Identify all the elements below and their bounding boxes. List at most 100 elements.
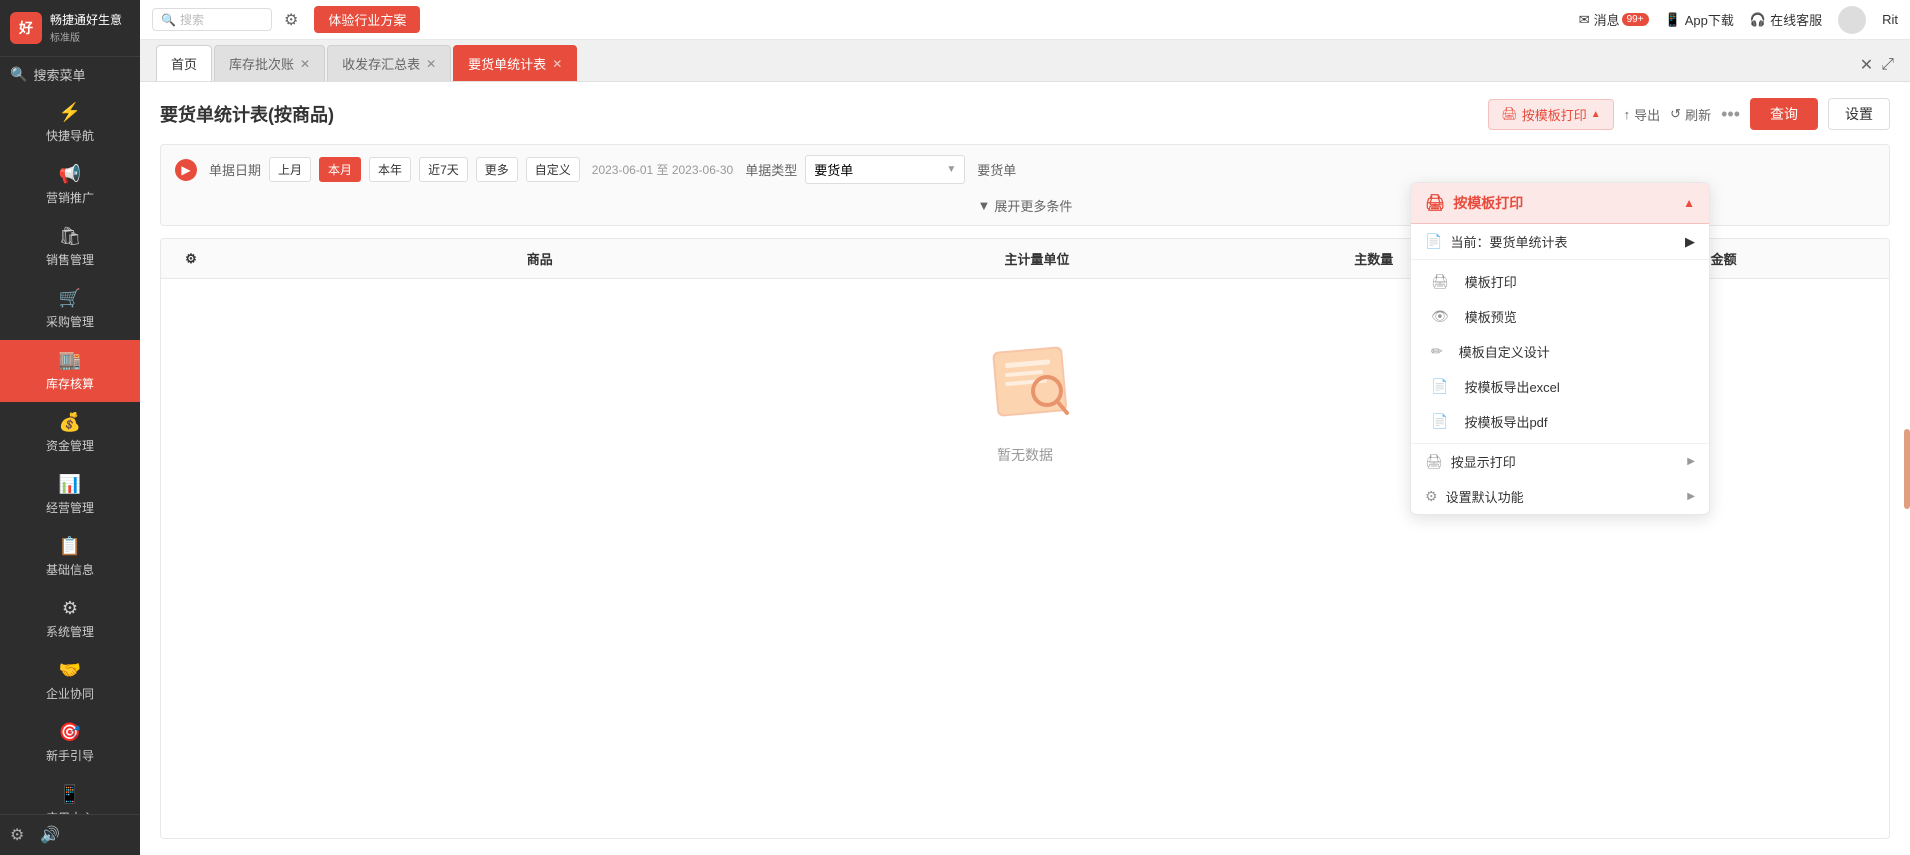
chevron-up-icon: ▲ (1591, 109, 1601, 120)
settings-button[interactable]: 设置 (1828, 98, 1890, 130)
template-print-button[interactable]: 🖨 按模板打印 ▲ (1488, 99, 1613, 130)
app-download-button[interactable]: 📱 App下载 (1665, 10, 1734, 29)
sidebar-item-apps[interactable]: 📱 应用中心 (0, 774, 140, 814)
template-preview-label: 模板预览 (1465, 307, 1517, 326)
topbar: 🔍 搜索 ⚙ 体验行业方案 ✉ 消息 99+ 📱 App下载 🎧 在线客服 Ri… (140, 0, 1910, 40)
dropdown-item-left: 🖨 模板打印 (1431, 272, 1517, 291)
sidebar-item-inventory[interactable]: 🏬 库存核算 (0, 340, 140, 402)
th-unit: 主计量单位 (869, 239, 1206, 278)
date-btn-last-month[interactable]: 上月 (269, 157, 311, 182)
sidebar-item-marketing[interactable]: 📢 营销推广 (0, 154, 140, 216)
tab-order-stats-close[interactable]: ✕ (552, 58, 562, 70)
message-button[interactable]: ✉ 消息 99+ (1579, 10, 1649, 29)
dropdown-item-left: 👁 模板预览 (1431, 307, 1517, 326)
pdf-icon: 📄 (1431, 413, 1448, 430)
template-custom-label: 模板自定义设计 (1459, 342, 1550, 361)
service-icon: 🎧 (1750, 12, 1766, 28)
dropdown-current-left: 📄 当前：要货单统计表 (1425, 232, 1567, 251)
basic-icon: 📋 (59, 536, 81, 557)
dropdown-expandable-left: ⚙ 设置默认功能 (1425, 487, 1524, 506)
dropdown-collapse-icon[interactable]: ▲ (1683, 196, 1695, 210)
dropdown-set-default[interactable]: ⚙ 设置默认功能 ▶ (1411, 479, 1709, 514)
sidebar-item-quicknav[interactable]: ⚡ 快捷导航 (0, 92, 140, 154)
marketing-icon: 📢 (59, 164, 81, 185)
sidebar-item-sales[interactable]: 🛍 销售管理 (0, 216, 140, 278)
export-button[interactable]: ↑ 导出 (1624, 105, 1661, 124)
download-icon: 📱 (1665, 12, 1681, 28)
more-button[interactable]: ••• (1721, 104, 1740, 125)
gear-icon[interactable]: ⚙ (284, 10, 298, 30)
sidebar-logo: 好 畅捷通好生意 标准版 (0, 0, 140, 57)
dropdown-display-print[interactable]: 🖨 按显示打印 ▶ (1411, 444, 1709, 479)
dropdown-template-print[interactable]: 🖨 模板打印 (1411, 264, 1709, 299)
refresh-button[interactable]: ↺ 刷新 (1670, 105, 1711, 124)
order-type-label: 单据类型 (745, 160, 797, 179)
preview-icon: 👁 (1431, 308, 1449, 325)
th-settings[interactable]: ⚙ (171, 239, 211, 278)
sidebar-search[interactable]: 🔍 搜索菜单 (0, 57, 140, 92)
sidebar-item-purchase[interactable]: 🛒 采购管理 (0, 278, 140, 340)
dropdown-expandable-left: 🖨 按显示打印 (1425, 452, 1516, 471)
settings-bottom-icon[interactable]: ⚙ (10, 825, 24, 845)
maximize-window-icon[interactable]: ⤢ (1881, 56, 1894, 74)
user-avatar[interactable] (1838, 6, 1866, 34)
export-pdf-label: 按模板导出pdf (1464, 412, 1547, 431)
sidebar-item-basic[interactable]: 📋 基础信息 (0, 526, 140, 588)
printer-icon: 🖨 (1501, 106, 1518, 122)
tab-order-stats[interactable]: 要货单统计表 ✕ (453, 45, 577, 81)
close-window-icon[interactable]: ✕ (1860, 55, 1873, 75)
dropdown-export-pdf[interactable]: 📄 按模板导出pdf (1411, 404, 1709, 439)
operations-icon: 📊 (59, 474, 81, 495)
tabbar: 首页 库存批次账 ✕ 收发存汇总表 ✕ 要货单统计表 ✕ ✕ ⤢ (140, 40, 1910, 82)
date-btn-more[interactable]: 更多 (476, 157, 518, 182)
app-name: 畅捷通好生意 (50, 12, 122, 29)
username: Rit (1882, 12, 1898, 27)
date-range-text: 2023-06-01 至 2023-06-30 (592, 161, 733, 178)
tab-receipt-summary-close[interactable]: ✕ (426, 58, 436, 70)
sidebar-item-finance[interactable]: 💰 资金管理 (0, 402, 140, 464)
tab-receipt-summary[interactable]: 收发存汇总表 ✕ (327, 45, 451, 81)
dropdown-template-preview[interactable]: 👁 模板预览 (1411, 299, 1709, 334)
filter-expand-icon[interactable]: ▶ (175, 159, 197, 181)
current-template-icon: 📄 (1425, 233, 1442, 250)
date-btn-this-year[interactable]: 本年 (369, 157, 411, 182)
date-btn-this-month[interactable]: 本月 (319, 157, 361, 182)
sound-icon[interactable]: 🔊 (40, 825, 60, 845)
topbar-search[interactable]: 🔍 搜索 (152, 8, 272, 31)
online-service-button[interactable]: 🎧 在线客服 (1750, 10, 1822, 29)
dropdown-current-label: 当前：要货单统计表 (1450, 232, 1567, 251)
sidebar-item-operations[interactable]: 📊 经营管理 (0, 464, 140, 526)
main-area: 🔍 搜索 ⚙ 体验行业方案 ✉ 消息 99+ 📱 App下载 🎧 在线客服 Ri… (140, 0, 1910, 855)
dropdown-header-left: 🖨 按模板打印 (1425, 193, 1523, 213)
sidebar-item-enterprise[interactable]: 🤝 企业协同 (0, 650, 140, 712)
date-btn-custom[interactable]: 自定义 (526, 157, 580, 182)
app-download-label: App下载 (1685, 10, 1734, 29)
tab-inventory-batch-close[interactable]: ✕ (300, 58, 310, 70)
dropdown-export-excel[interactable]: 📄 按模板导出excel (1411, 369, 1709, 404)
dropdown-header[interactable]: 🖨 按模板打印 ▲ (1411, 183, 1709, 224)
tab-inventory-batch[interactable]: 库存批次账 ✕ (214, 45, 325, 81)
display-print-icon: 🖨 (1425, 453, 1443, 470)
scroll-indicator[interactable] (1904, 429, 1910, 509)
expand-more-button[interactable]: ▼ 展开更多条件 (978, 196, 1073, 215)
display-print-label: 按显示打印 (1451, 452, 1516, 471)
dropdown-template-custom[interactable]: ✏ 模板自定义设计 (1411, 334, 1709, 369)
topbar-search-placeholder: 搜索 (180, 11, 204, 28)
date-btn-7days[interactable]: 近7天 (419, 157, 468, 182)
sidebar-item-guide[interactable]: 🎯 新手引导 (0, 712, 140, 774)
apps-icon: 📱 (59, 784, 81, 805)
message-label: 消息 (1594, 10, 1620, 29)
dropdown-current-template[interactable]: 📄 当前：要货单统计表 ▶ (1411, 224, 1709, 260)
sidebar-search-label: 搜索菜单 (33, 65, 85, 84)
sidebar-item-system[interactable]: ⚙ 系统管理 (0, 588, 140, 650)
query-button[interactable]: 查询 (1750, 98, 1818, 130)
finance-icon: 💰 (59, 412, 81, 433)
quicknav-icon: ⚡ (59, 102, 81, 123)
purchase-icon: 🛒 (59, 288, 81, 309)
select-arrow-icon: ▼ (946, 164, 956, 175)
sidebar-bottom: ⚙ 🔊 (0, 814, 140, 855)
tab-home[interactable]: 首页 (156, 45, 212, 81)
date-filter-label: 单据日期 (209, 160, 261, 179)
trial-button[interactable]: 体验行业方案 (314, 6, 420, 33)
order-type-select[interactable]: 要货单 ▼ (805, 155, 965, 184)
